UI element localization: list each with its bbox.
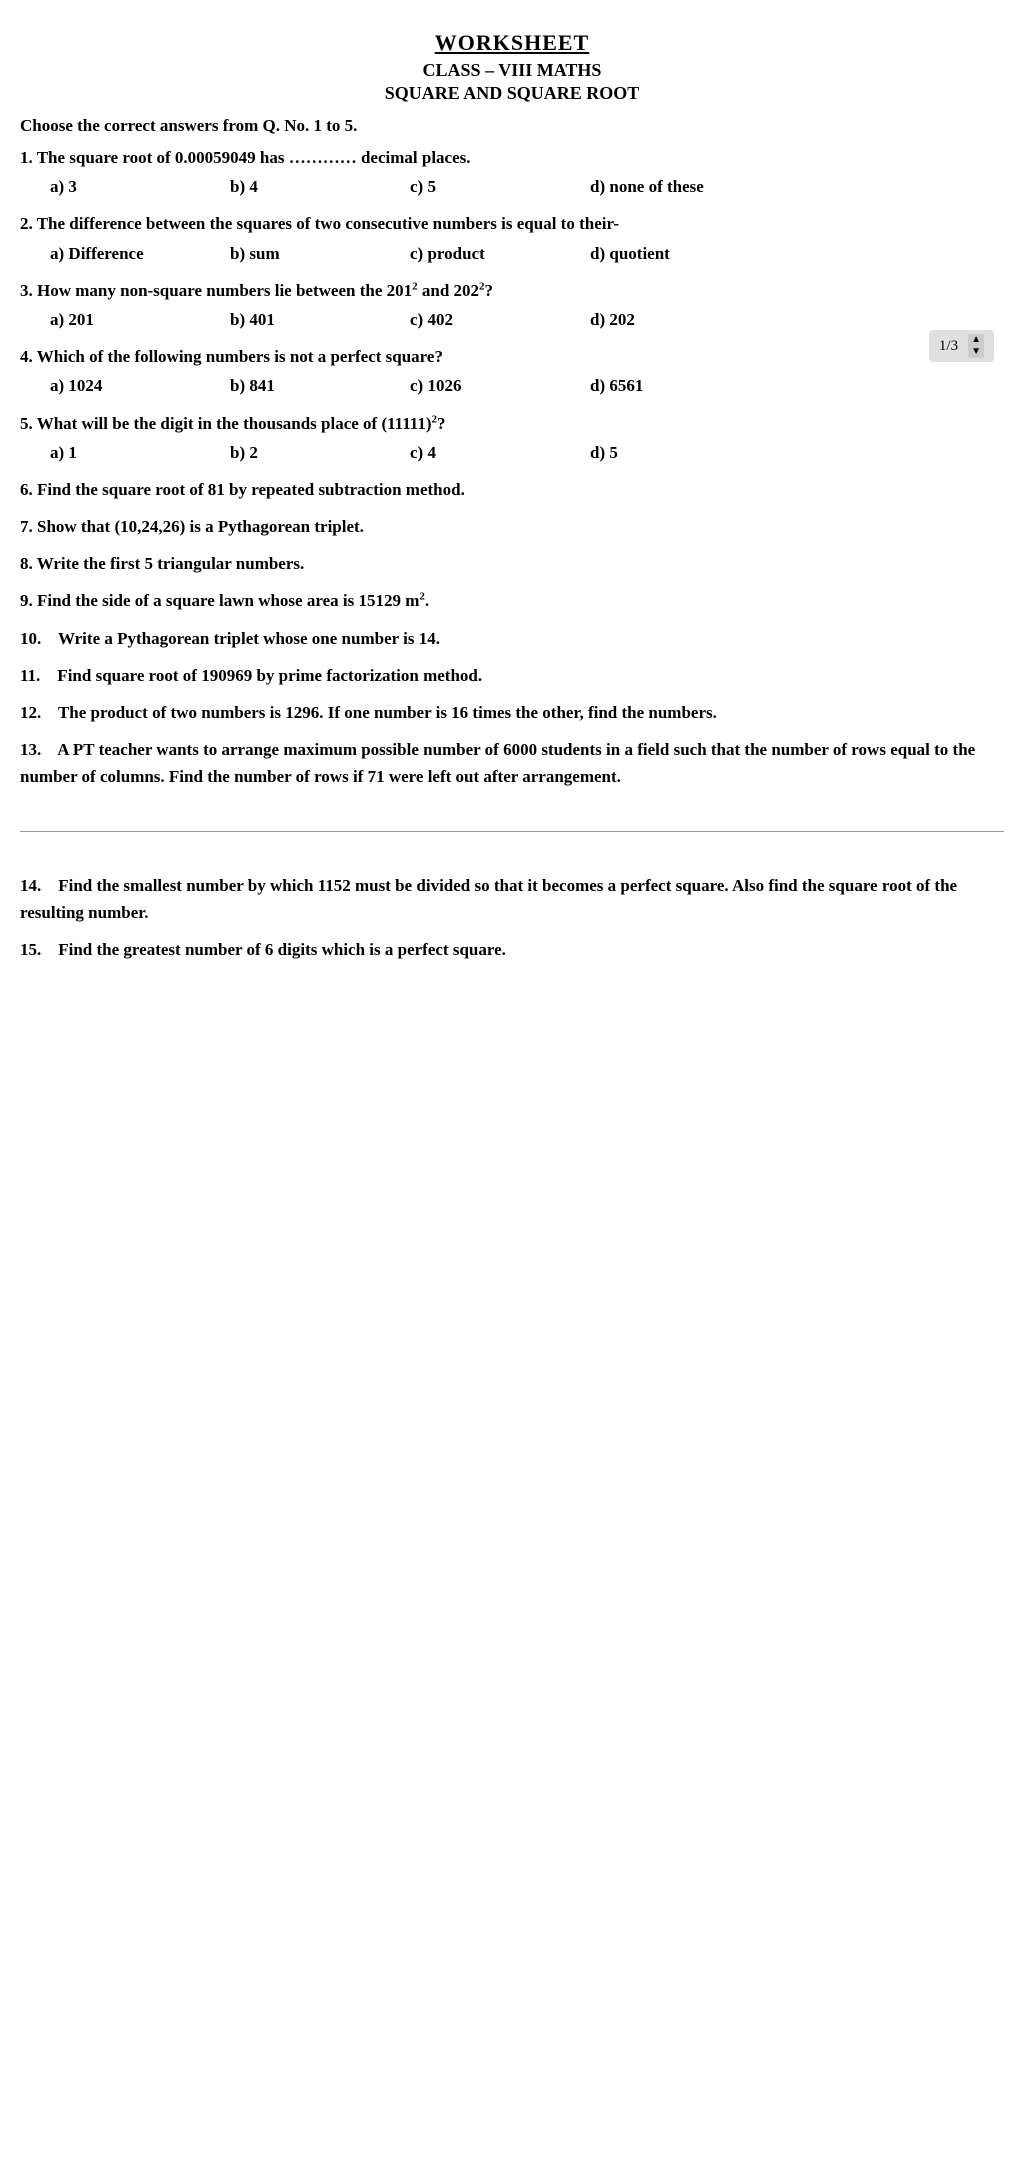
q3-option-a: a) 201 (50, 306, 230, 333)
q2-option-a: a) Difference (50, 240, 230, 267)
q5-text: 5. What will be the digit in the thousan… (20, 410, 1004, 437)
q1-option-b: b) 4 (230, 173, 410, 200)
q3-option-b: b) 401 (230, 306, 410, 333)
q3-option-d: d) 202 (590, 306, 820, 333)
page-indicator: 1/3 ▲ ▼ (929, 330, 994, 362)
q8-text: 8. Write the first 5 triangular numbers. (20, 554, 304, 573)
question-12: 12. The product of two numbers is 1296. … (20, 699, 1004, 726)
q3-text: 3. How many non-square numbers lie betwe… (20, 277, 1004, 304)
q5-option-c: c) 4 (410, 439, 590, 466)
q15-text: 15. Find the greatest number of 6 digits… (20, 940, 506, 959)
page-number: 1/3 (939, 338, 958, 355)
q13-text: 13. A PT teacher wants to arrange maximu… (20, 740, 975, 786)
q14-text: 14. Find the smallest number by which 11… (20, 876, 957, 922)
q6-text: 6. Find the square root of 81 by repeate… (20, 480, 465, 499)
instruction-text: Choose the correct answers from Q. No. 1… (20, 116, 1004, 136)
question-8: 8. Write the first 5 triangular numbers. (20, 550, 1004, 577)
q12-text: 12. The product of two numbers is 1296. … (20, 703, 717, 722)
q3-option-c: c) 402 (410, 306, 590, 333)
q11-text: 11. Find square root of 190969 by prime … (20, 666, 482, 685)
question-9: 9. Find the side of a square lawn whose … (20, 587, 1004, 614)
page-header: WORKSHEET CLASS – VIII MATHS SQUARE AND … (20, 30, 1004, 104)
question-13: 13. A PT teacher wants to arrange maximu… (20, 736, 1004, 790)
q4-text: 4. Which of the following numbers is not… (20, 343, 1004, 370)
question-14: 14. Find the smallest number by which 11… (20, 872, 1004, 926)
q5-option-b: b) 2 (230, 439, 410, 466)
q2-option-b: b) sum (230, 240, 410, 267)
page-arrows[interactable]: ▲ ▼ (968, 334, 984, 358)
q1-text: 1. The square root of 0.00059049 has ………… (20, 144, 1004, 171)
q2-option-c: c) product (410, 240, 590, 267)
q9-text: 9. Find the side of a square lawn whose … (20, 591, 429, 610)
page-divider (20, 831, 1004, 832)
question-1: 1. The square root of 0.00059049 has ………… (20, 144, 1004, 200)
question-7: 7. Show that (10,24,26) is a Pythagorean… (20, 513, 1004, 540)
question-2: 2. The difference between the squares of… (20, 210, 1004, 266)
q1-option-c: c) 5 (410, 173, 590, 200)
q5-option-a: a) 1 (50, 439, 230, 466)
page-down-button[interactable]: ▼ (968, 346, 984, 358)
q4-option-d: d) 6561 (590, 372, 820, 399)
q7-text: 7. Show that (10,24,26) is a Pythagorean… (20, 517, 364, 536)
q1-options: a) 3 b) 4 c) 5 d) none of these (50, 173, 1004, 200)
class-subtitle: CLASS – VIII MATHS (20, 60, 1004, 81)
q5-options: a) 1 b) 2 c) 4 d) 5 (50, 439, 1004, 466)
q1-option-d: d) none of these (590, 173, 820, 200)
question-11: 11. Find square root of 190969 by prime … (20, 662, 1004, 689)
q2-option-d: d) quotient (590, 240, 820, 267)
worksheet-title: WORKSHEET (20, 30, 1004, 56)
question-3: 3. How many non-square numbers lie betwe… (20, 277, 1004, 333)
q4-option-a: a) 1024 (50, 372, 230, 399)
q5-option-d: d) 5 (590, 439, 820, 466)
question-10: 10. Write a Pythagorean triplet whose on… (20, 625, 1004, 652)
q2-options: a) Difference b) sum c) product d) quoti… (50, 240, 1004, 267)
q1-option-a: a) 3 (50, 173, 230, 200)
question-5: 5. What will be the digit in the thousan… (20, 410, 1004, 466)
q2-text: 2. The difference between the squares of… (20, 210, 1004, 237)
q4-options: a) 1024 b) 841 c) 1026 d) 6561 (50, 372, 1004, 399)
mcq-section: 1. The square root of 0.00059049 has ………… (20, 144, 1004, 811)
question-4: 4. Which of the following numbers is not… (20, 343, 1004, 399)
page-up-button[interactable]: ▲ (968, 334, 984, 346)
q3-options: a) 201 b) 401 c) 402 d) 202 (50, 306, 1004, 333)
topic-subtitle: SQUARE AND SQUARE ROOT (20, 83, 1004, 104)
q1-num: 1. (20, 148, 37, 167)
question-6: 6. Find the square root of 81 by repeate… (20, 476, 1004, 503)
section-2: 14. Find the smallest number by which 11… (20, 852, 1004, 964)
q10-text: 10. Write a Pythagorean triplet whose on… (20, 629, 440, 648)
q4-option-b: b) 841 (230, 372, 410, 399)
question-15: 15. Find the greatest number of 6 digits… (20, 936, 1004, 963)
q4-option-c: c) 1026 (410, 372, 590, 399)
